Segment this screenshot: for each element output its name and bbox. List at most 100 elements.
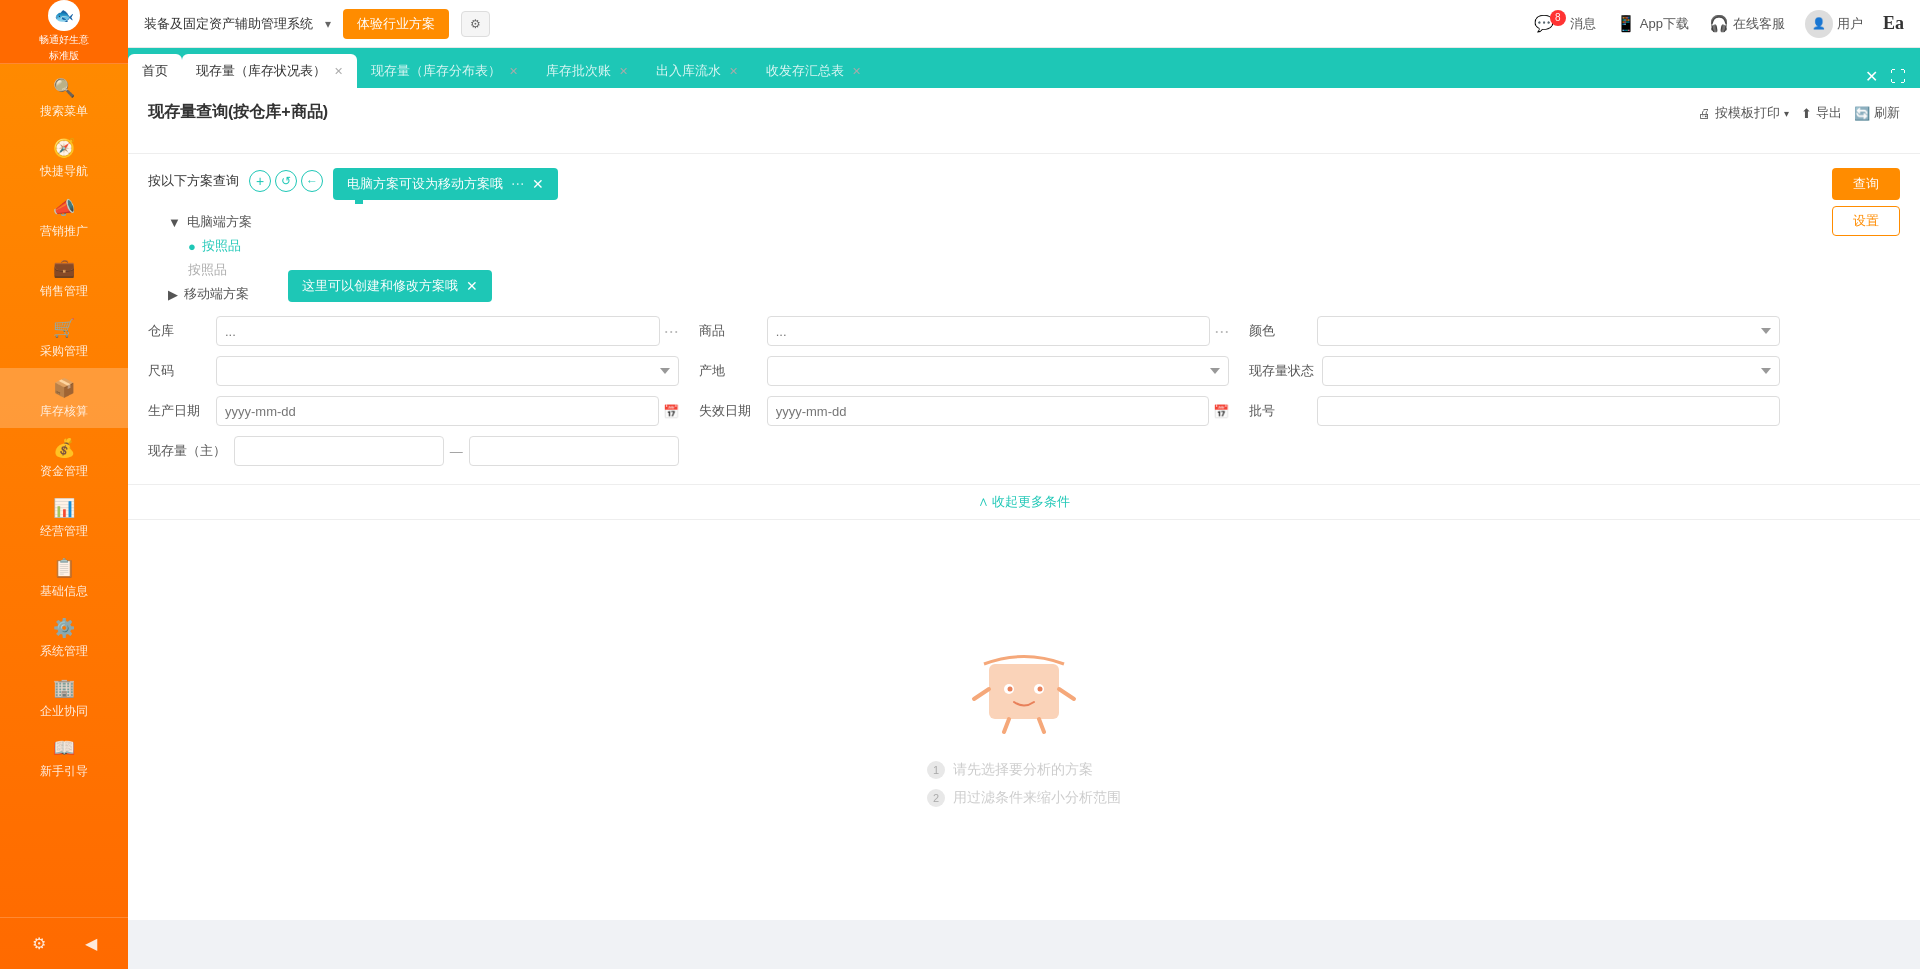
collapse-sidebar-btn[interactable]: ◀ <box>85 934 97 953</box>
sidebar-item-operation[interactable]: 📊 经营管理 <box>0 488 128 548</box>
tooltip-box: 这里可以创建和修改方案哦 ✕ <box>288 270 492 302</box>
warehouse-input-wrap: ··· <box>216 316 679 346</box>
tab-collect-summary[interactable]: 收发存汇总表 ✕ <box>752 54 875 88</box>
inventory-icon: 📦 <box>53 377 75 399</box>
empty-svg <box>964 634 1084 734</box>
operation-icon: 📊 <box>53 497 75 519</box>
stock-main-min[interactable] <box>234 436 444 466</box>
close-all-tabs-btn[interactable]: ✕ <box>1863 65 1880 88</box>
filter-section: 按以下方案查询 + ↺ ← 电脑方案可设为移动方案哦 ··· ✕ <box>128 154 1920 485</box>
refresh-label: 刷新 <box>1874 104 1900 122</box>
scheme-popup[interactable]: 电脑方案可设为移动方案哦 ··· ✕ <box>333 168 558 200</box>
sidebar-item-system[interactable]: ⚙️ 系统管理 <box>0 608 128 668</box>
online-support-btn[interactable]: 🎧 在线客服 <box>1709 14 1785 33</box>
tab-close-inventory-dist[interactable]: ✕ <box>509 65 518 78</box>
message-btn[interactable]: 💬 8 消息 <box>1534 14 1596 33</box>
sidebar-item-inventory[interactable]: 📦 库存核算 <box>0 368 128 428</box>
sidebar-item-search[interactable]: 🔍 搜索菜单 <box>0 68 128 128</box>
sidebar-item-finance[interactable]: 💰 资金管理 <box>0 428 128 488</box>
sidebar-item-marketing[interactable]: 📣 营销推广 <box>0 188 128 248</box>
goods-input[interactable] <box>767 316 1211 346</box>
size-select[interactable] <box>216 356 679 386</box>
calendar-icon-prod[interactable]: 📅 <box>663 404 679 419</box>
tab-in-out-flow-label: 出入库流水 <box>656 62 721 80</box>
phone-icon: 📱 <box>1616 14 1636 33</box>
sidebar-item-basic[interactable]: 📋 基础信息 <box>0 548 128 608</box>
top-right-ea[interactable]: Ea <box>1883 13 1904 34</box>
selected-indicator: ● <box>188 239 196 254</box>
search-nav-icon: 🔍 <box>53 77 75 99</box>
tab-close-inventory-status[interactable]: ✕ <box>334 65 343 78</box>
app-download-btn[interactable]: 📱 App下载 <box>1616 14 1689 33</box>
size-label: 尺码 <box>148 362 208 380</box>
filter-goods: 商品 ··· <box>699 316 1230 346</box>
marketing-icon: 📣 <box>53 197 75 219</box>
goods-label: 商品 <box>699 322 759 340</box>
app-download-label: App下载 <box>1640 15 1689 33</box>
production-date-start[interactable] <box>216 396 659 426</box>
settings-gear-btn[interactable]: ⚙ <box>461 11 490 37</box>
tab-inventory-dist[interactable]: 现存量（库存分布表） ✕ <box>357 54 532 88</box>
search-btn[interactable]: 查询 <box>1832 168 1900 200</box>
scheme-tree-pc[interactable]: ▼ 电脑端方案 <box>168 210 1900 234</box>
sidebar-item-guide[interactable]: 🧭 快捷导航 <box>0 128 128 188</box>
tab-home[interactable]: 首页 <box>128 54 182 88</box>
calendar-icon-expiry[interactable]: 📅 <box>1213 404 1229 419</box>
tab-bar: 首页 现存量（库存状况表） ✕ 现存量（库存分布表） ✕ 库存批次账 ✕ 出入库… <box>128 48 1920 88</box>
sidebar-footer: ⚙ ◀ <box>0 917 128 969</box>
stock-status-select[interactable] <box>1322 356 1780 386</box>
warehouse-input[interactable] <box>216 316 660 346</box>
template-print-btn[interactable]: 🖨 按模板打印 ▾ <box>1698 104 1789 122</box>
page-header-row: 现存量查询(按仓库+商品) 🖨 按模板打印 ▾ ⬆ 导出 🔄 刷新 <box>128 88 1920 154</box>
collapse-bar[interactable]: ∧ 收起更多条件 <box>128 485 1920 520</box>
sidebar-item-label: 新手引导 <box>40 763 88 780</box>
filter-production-date: 生产日期 📅 <box>148 396 679 426</box>
sidebar-item-newbie[interactable]: 📖 新手引导 <box>0 728 128 788</box>
tab-in-out-flow[interactable]: 出入库流水 ✕ <box>642 54 752 88</box>
scheme-popup-close[interactable]: ✕ <box>532 176 544 192</box>
color-select[interactable] <box>1317 316 1780 346</box>
add-scheme-btn[interactable]: + <box>249 170 271 192</box>
sidebar-item-enterprise[interactable]: 🏢 企业协同 <box>0 668 128 728</box>
scheme-popup-text: 电脑方案可设为移动方案哦 <box>347 175 503 193</box>
sidebar-item-label: 基础信息 <box>40 583 88 600</box>
tab-batch-ledger[interactable]: 库存批次账 ✕ <box>532 54 642 88</box>
tab-close-collect-summary[interactable]: ✕ <box>852 65 861 78</box>
goods-input-wrap: ··· <box>767 316 1230 346</box>
scheme-tree-pc-item-1[interactable]: ● 按照品 <box>188 234 1900 258</box>
system-dropdown-btn[interactable]: ▾ <box>325 17 331 31</box>
user-menu-btn[interactable]: 👤 用户 <box>1805 10 1863 38</box>
back-scheme-btn[interactable]: ← <box>301 170 323 192</box>
pc-scheme-label: 电脑端方案 <box>187 213 252 231</box>
sidebar-item-label: 搜索菜单 <box>40 103 88 120</box>
step-1-num: 1 <box>927 761 945 779</box>
refresh-btn[interactable]: 🔄 刷新 <box>1854 104 1900 122</box>
filter-fields: 仓库 ··· 商品 ··· 颜色 <box>148 316 1900 466</box>
tab-close-in-out-flow[interactable]: ✕ <box>729 65 738 78</box>
svg-line-5 <box>974 689 989 699</box>
refresh-scheme-btn[interactable]: ↺ <box>275 170 297 192</box>
empty-step-1: 1 请先选择要分析的方案 <box>927 761 1121 779</box>
svg-rect-0 <box>989 664 1059 719</box>
origin-label: 产地 <box>699 362 759 380</box>
export-btn[interactable]: ⬆ 导出 <box>1801 104 1842 122</box>
industry-plan-btn[interactable]: 体验行业方案 <box>343 9 449 39</box>
filter-size: 尺码 <box>148 356 679 386</box>
sidebar-logo: 🐟 畅通好生意 标准版 <box>0 0 128 64</box>
settings-footer-btn[interactable]: ⚙ <box>32 934 46 953</box>
maximize-btn[interactable]: ⛶ <box>1888 66 1908 88</box>
sidebar-item-sales[interactable]: 💼 销售管理 <box>0 248 128 308</box>
sidebar-item-purchase[interactable]: 🛒 采购管理 <box>0 308 128 368</box>
tooltip-close[interactable]: ✕ <box>466 278 478 294</box>
tab-inventory-status[interactable]: 现存量（库存状况表） ✕ <box>182 54 357 88</box>
batch-no-input[interactable] <box>1317 396 1780 426</box>
stock-main-label: 现存量（主） <box>148 442 226 460</box>
export-icon: ⬆ <box>1801 106 1812 121</box>
tab-bar-actions: ✕ ⛶ <box>1863 65 1920 88</box>
tab-close-batch-ledger[interactable]: ✕ <box>619 65 628 78</box>
stock-main-max[interactable] <box>469 436 679 466</box>
expiry-date-start[interactable] <box>767 396 1210 426</box>
tree-collapse-arrow: ▼ <box>168 215 181 230</box>
origin-select[interactable] <box>767 356 1230 386</box>
export-label: 导出 <box>1816 104 1842 122</box>
